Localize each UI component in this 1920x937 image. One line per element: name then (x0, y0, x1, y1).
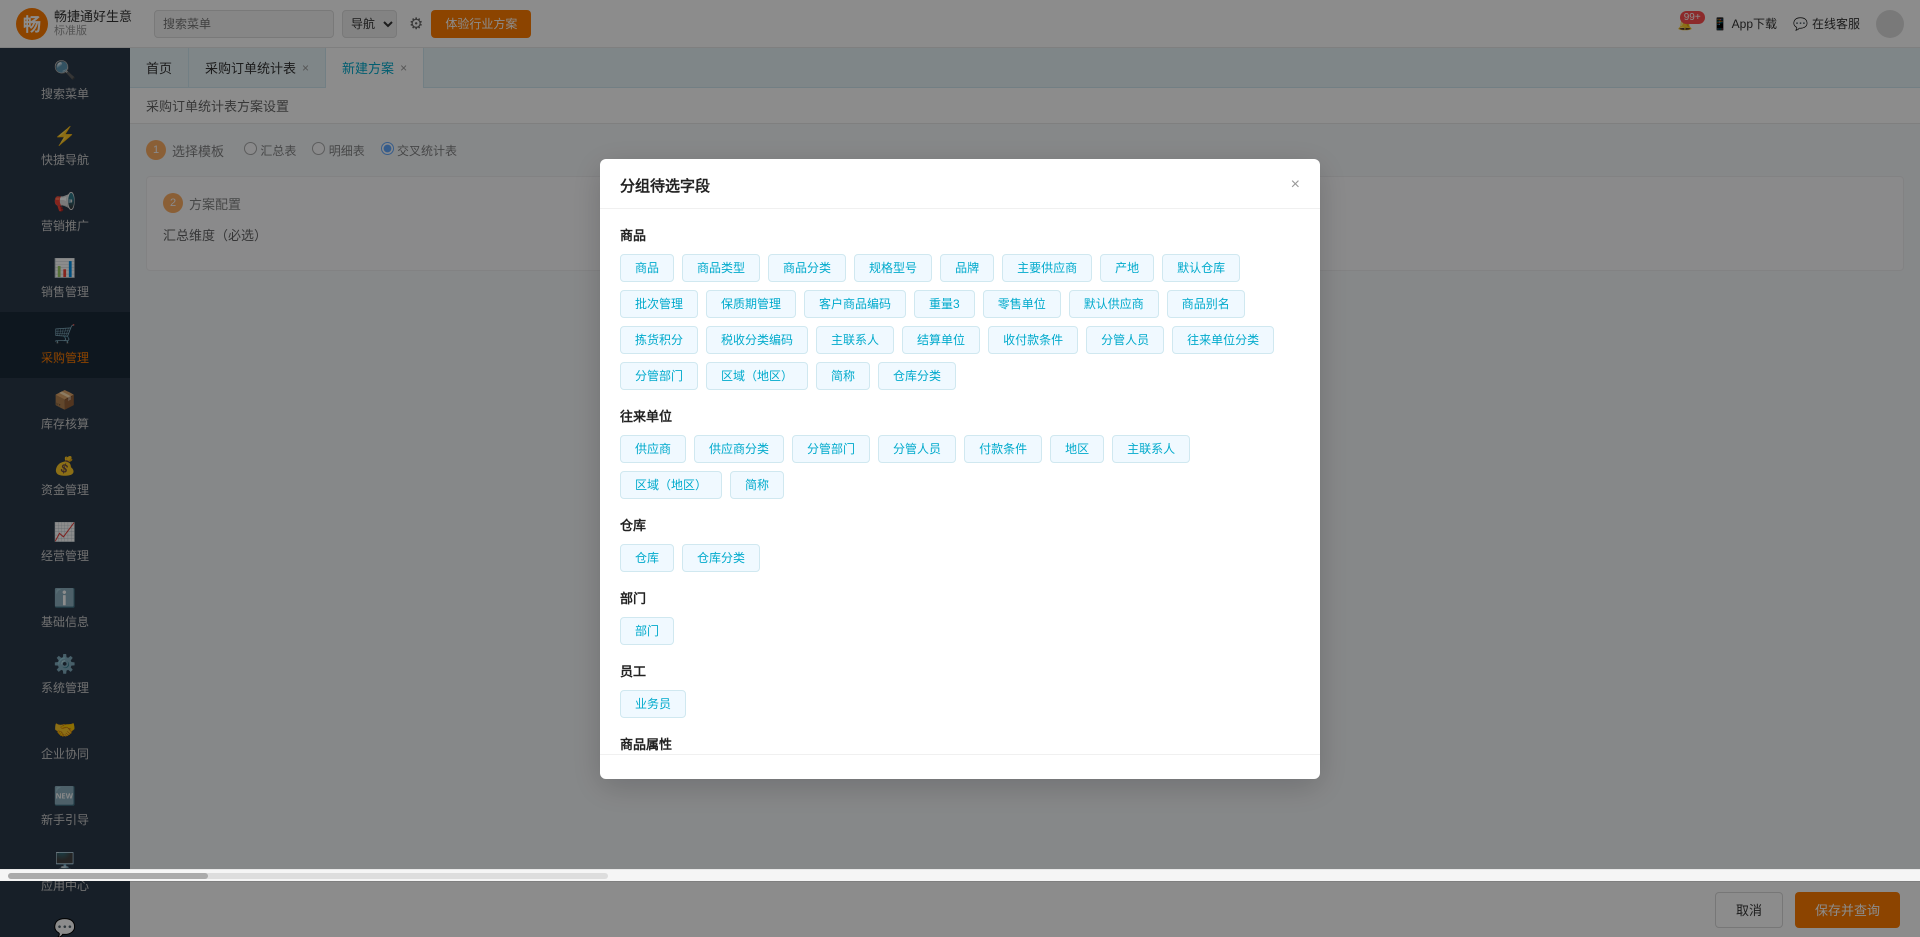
dialog-header: 分组待选字段 × (600, 159, 1320, 209)
tag-item[interactable]: 往来单位分类 (1172, 326, 1274, 354)
tag-item[interactable]: 保质期管理 (706, 290, 796, 318)
dialog-body: 商品商品商品类型商品分类规格型号品牌主要供应商产地默认仓库批次管理保质期管理客户… (600, 209, 1320, 754)
section-title-partner: 往来单位 (620, 406, 1300, 425)
tag-item[interactable]: 零售单位 (983, 290, 1061, 318)
field-select-dialog: 分组待选字段 × 商品商品商品类型商品分类规格型号品牌主要供应商产地默认仓库批次… (600, 159, 1320, 779)
tag-item[interactable]: 分管人员 (1086, 326, 1164, 354)
tag-item[interactable]: 分管人员 (878, 435, 956, 463)
tag-item[interactable]: 默认仓库 (1162, 254, 1240, 282)
tags-grid-partner: 供应商供应商分类分管部门分管人员付款条件地区主联系人区域（地区） 简称 (620, 435, 1300, 499)
tag-item[interactable]: 规格型号 (854, 254, 932, 282)
dialog-overlay: 分组待选字段 × 商品商品商品类型商品分类规格型号品牌主要供应商产地默认仓库批次… (0, 0, 1920, 937)
tags-grid-warehouse: 仓库仓库分类 (620, 544, 1300, 572)
tag-item[interactable]: 结算单位 (902, 326, 980, 354)
tag-item[interactable]: 供应商 (620, 435, 686, 463)
section-title-goods: 商品 (620, 225, 1300, 244)
tags-grid-department: 部门 (620, 617, 1300, 645)
tag-item[interactable]: 部门 (620, 617, 674, 645)
tag-item[interactable]: 分管部门 (792, 435, 870, 463)
tag-item[interactable]: 税收分类编码 (706, 326, 808, 354)
tag-item[interactable]: 地区 (1050, 435, 1104, 463)
tags-grid-employee: 业务员 (620, 690, 1300, 718)
tag-item[interactable]: 付款条件 (964, 435, 1042, 463)
tag-item[interactable]: 主联系人 (1112, 435, 1190, 463)
tag-item[interactable]: 商品别名 (1167, 290, 1245, 318)
tag-item[interactable]: 仓库分类 (878, 362, 956, 390)
tag-item[interactable]: 批次管理 (620, 290, 698, 318)
tag-item[interactable]: 主要供应商 (1002, 254, 1092, 282)
tags-grid-goods: 商品商品类型商品分类规格型号品牌主要供应商产地默认仓库批次管理保质期管理客户商品… (620, 254, 1300, 390)
section-title-employee: 员工 (620, 661, 1300, 680)
dialog-footer (600, 754, 1320, 779)
section-title-warehouse: 仓库 (620, 515, 1300, 534)
tag-item[interactable]: 收付款条件 (988, 326, 1078, 354)
tag-item[interactable]: 产地 (1100, 254, 1154, 282)
tag-item[interactable]: 客户商品编码 (804, 290, 906, 318)
tag-item[interactable]: 默认供应商 (1069, 290, 1159, 318)
section-title-goods_attr: 商品属性 (620, 734, 1300, 753)
tag-item[interactable]: 主联系人 (816, 326, 894, 354)
tag-item[interactable]: 分管部门 (620, 362, 698, 390)
tag-item[interactable]: 商品类型 (682, 254, 760, 282)
tag-item[interactable]: 重量3 (914, 290, 975, 318)
tag-item[interactable]: 拣货积分 (620, 326, 698, 354)
tag-item[interactable]: 商品分类 (768, 254, 846, 282)
tag-item[interactable]: 区域（地区） (706, 362, 808, 390)
dialog-title: 分组待选字段 (620, 175, 710, 196)
tag-item[interactable]: 业务员 (620, 690, 686, 718)
tag-item[interactable]: 品牌 (940, 254, 994, 282)
tag-item[interactable]: 简称 (730, 471, 784, 499)
tag-item[interactable]: 仓库 (620, 544, 674, 572)
tag-item[interactable]: 商品 (620, 254, 674, 282)
dialog-close-button[interactable]: × (1291, 176, 1300, 194)
tag-item[interactable]: 仓库分类 (682, 544, 760, 572)
tag-item[interactable]: 简称 (816, 362, 870, 390)
tag-item[interactable]: 供应商分类 (694, 435, 784, 463)
tag-item[interactable]: 区域（地区） (620, 471, 722, 499)
section-title-department: 部门 (620, 588, 1300, 607)
